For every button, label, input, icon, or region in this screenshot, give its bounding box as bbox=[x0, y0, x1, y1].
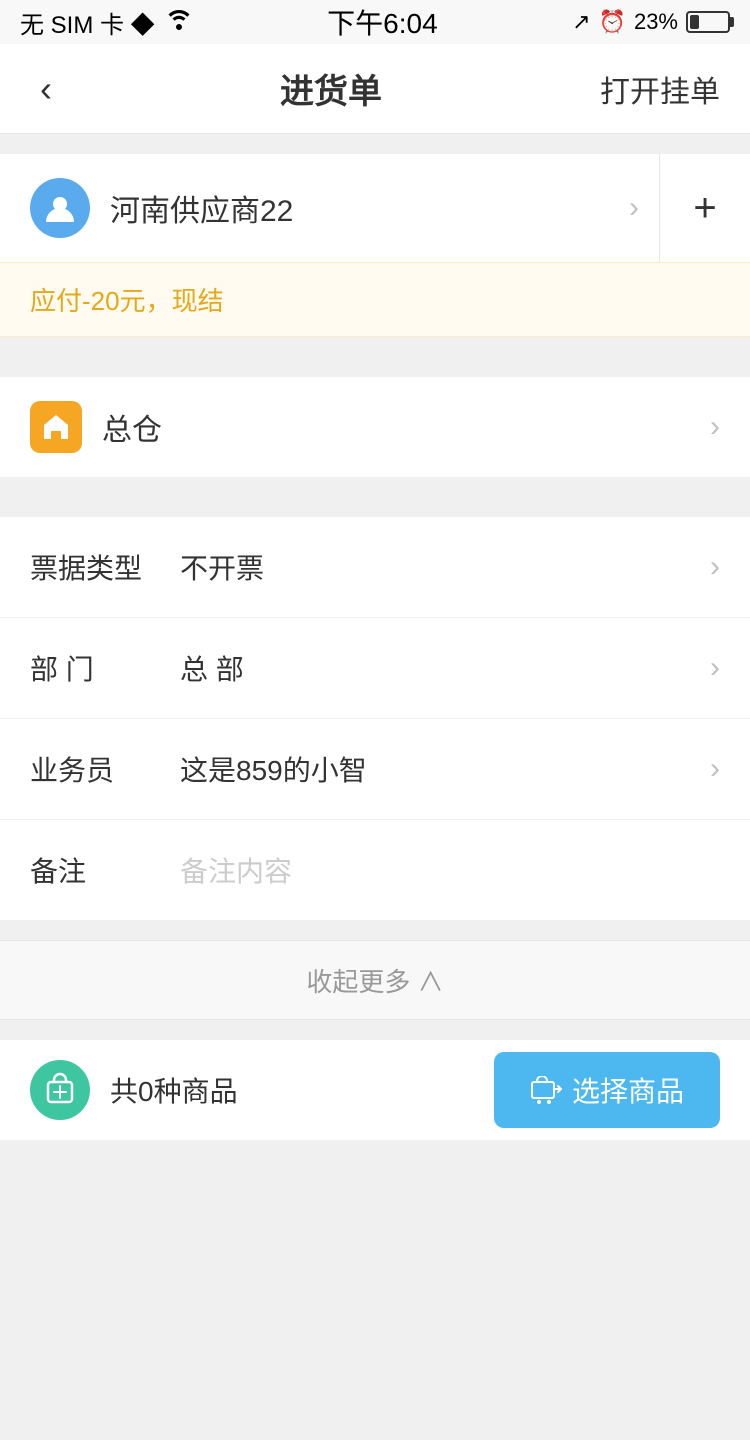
warehouse-icon bbox=[30, 401, 82, 453]
select-product-button[interactable]: 选择商品 bbox=[494, 1052, 720, 1128]
department-label: 部 门 bbox=[30, 648, 170, 688]
status-left: 无 SIM 卡 ◆ bbox=[20, 5, 193, 40]
invoice-type-label: 票据类型 bbox=[30, 547, 170, 587]
bottom-gray-area bbox=[0, 1140, 750, 1440]
supplier-section: 河南供应商22 › + bbox=[0, 154, 750, 262]
gap-2 bbox=[0, 337, 750, 357]
nav-bar: ‹ 进货单 打开挂单 bbox=[0, 44, 750, 134]
back-button[interactable]: ‹ bbox=[30, 58, 62, 120]
collapse-button[interactable]: 收起更多 ∧ bbox=[0, 940, 750, 1020]
product-count-icon bbox=[30, 1060, 90, 1120]
product-count-text: 共0种商品 bbox=[110, 1070, 494, 1110]
gap-3 bbox=[0, 477, 750, 497]
invoice-type-row[interactable]: 票据类型 不开票 › bbox=[0, 517, 750, 618]
wifi-icon bbox=[165, 8, 193, 37]
collapse-label: 收起更多 ∧ bbox=[306, 962, 443, 999]
cart-icon bbox=[530, 1076, 562, 1104]
remarks-input[interactable]: 备注内容 bbox=[170, 850, 720, 890]
select-product-label: 选择商品 bbox=[572, 1070, 684, 1110]
salesperson-value: 这是859的小智 bbox=[170, 749, 700, 789]
page-title: 进货单 bbox=[280, 64, 382, 113]
supplier-add-button[interactable]: + bbox=[660, 154, 750, 262]
supplier-name: 河南供应商22 bbox=[110, 186, 619, 230]
status-time: 下午6:04 bbox=[327, 2, 438, 42]
supplier-row[interactable]: 河南供应商22 › bbox=[0, 154, 660, 262]
salesperson-row[interactable]: 业务员 这是859的小智 › bbox=[0, 719, 750, 820]
main-content: 河南供应商22 › + 应付-20元，现结 总仓 › 票据类型 不开票 › 部 … bbox=[0, 134, 750, 1440]
warehouse-name: 总仓 bbox=[102, 405, 700, 449]
open-pending-button[interactable]: 打开挂单 bbox=[600, 67, 720, 111]
supplier-avatar bbox=[30, 178, 90, 238]
alarm-icon: ⏰ bbox=[599, 9, 626, 35]
remarks-label: 备注 bbox=[30, 850, 170, 890]
sim-status: 无 SIM 卡 ◆ bbox=[20, 5, 155, 40]
department-row[interactable]: 部 门 总 部 › bbox=[0, 618, 750, 719]
invoice-type-chevron-icon: › bbox=[710, 550, 720, 584]
salesperson-chevron-icon: › bbox=[710, 752, 720, 786]
status-right: ↗ ⏰ 23% bbox=[572, 9, 730, 35]
status-bar: 无 SIM 卡 ◆ 下午6:04 ↗ ⏰ 23% bbox=[0, 0, 750, 44]
warehouse-chevron-icon: › bbox=[710, 410, 720, 444]
gap-1 bbox=[0, 134, 750, 154]
department-value: 总 部 bbox=[170, 648, 700, 688]
supplier-chevron-icon: › bbox=[629, 191, 639, 225]
salesperson-label: 业务员 bbox=[30, 749, 170, 789]
bottom-bar: 共0种商品 选择商品 bbox=[0, 1040, 750, 1140]
remarks-row[interactable]: 备注 备注内容 bbox=[0, 820, 750, 920]
department-chevron-icon: › bbox=[710, 651, 720, 685]
battery-icon bbox=[686, 11, 730, 33]
location-icon: ↗ bbox=[572, 9, 590, 35]
warehouse-row[interactable]: 总仓 › bbox=[0, 377, 750, 477]
form-section: 票据类型 不开票 › 部 门 总 部 › 业务员 这是859的小智 › 备注 备… bbox=[0, 517, 750, 920]
notice-banner: 应付-20元，现结 bbox=[0, 262, 750, 337]
battery-percent: 23% bbox=[634, 9, 678, 35]
invoice-type-value: 不开票 bbox=[170, 547, 700, 587]
notice-text: 应付-20元，现结 bbox=[30, 286, 224, 316]
